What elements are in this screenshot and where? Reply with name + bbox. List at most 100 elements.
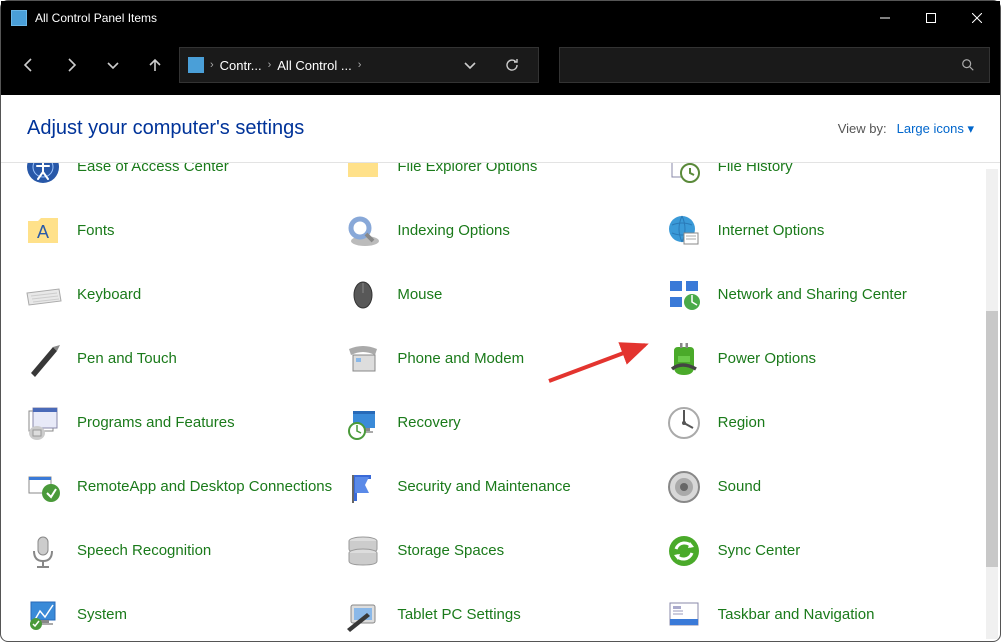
item-phone[interactable]: Phone and Modem [343,339,655,379]
svg-text:A: A [37,222,49,242]
item-taskbar[interactable]: Taskbar and Navigation [664,595,976,635]
item-indexing[interactable]: Indexing Options [343,211,655,251]
folder-icon [343,163,383,187]
control-panel-icon [11,10,27,26]
view-by-dropdown[interactable]: Large icons ▾ [897,121,974,137]
search-icon [961,58,975,72]
address-dropdown[interactable] [452,47,488,83]
item-programs[interactable]: Programs and Features [23,403,335,443]
item-remote[interactable]: RemoteApp and Desktop Connections [23,467,335,507]
chevron-down-icon: ▾ [967,121,974,136]
item-internet[interactable]: Internet Options [664,211,976,251]
tablet-icon [343,595,383,635]
item-label: Power Options [718,350,816,369]
item-label: Keyboard [77,286,141,305]
address-bar[interactable]: › Contr... › All Control ... › [179,47,539,83]
item-label: Network and Sharing Center [718,286,907,305]
item-network[interactable]: Network and Sharing Center [664,275,976,315]
forward-button[interactable] [53,47,89,83]
item-pen[interactable]: Pen and Touch [23,339,335,379]
item-label: Sync Center [718,542,801,561]
security-icon [343,467,383,507]
storage-icon [343,531,383,571]
item-label: Speech Recognition [77,542,211,561]
header: Adjust your computer's settings View by:… [1,95,1000,163]
refresh-button[interactable] [494,47,530,83]
item-label: Ease of Access Center [77,163,229,176]
item-sound[interactable]: Sound [664,467,976,507]
filehist-icon [664,163,704,187]
scrollbar-thumb[interactable] [986,311,998,567]
ease-icon [23,163,63,187]
page-title: Adjust your computer's settings [27,117,304,140]
system-icon [23,595,63,635]
item-recovery[interactable]: Recovery [343,403,655,443]
titlebar: All Control Panel Items [1,1,1000,35]
item-system[interactable]: System [23,595,335,635]
internet-icon [664,211,704,251]
item-region[interactable]: Region [664,403,976,443]
item-label: Sound [718,478,761,497]
item-mouse[interactable]: Mouse [343,275,655,315]
remote-icon [23,467,63,507]
item-sync[interactable]: Sync Center [664,531,976,571]
item-security[interactable]: Security and Maintenance [343,467,655,507]
item-label: Pen and Touch [77,350,177,369]
speech-icon [23,531,63,571]
chevron-right-icon: › [210,59,214,71]
toolbar: › Contr... › All Control ... › [1,35,1000,95]
item-label: Indexing Options [397,222,510,241]
minimize-button[interactable] [862,1,908,35]
item-ease[interactable]: Ease of Access Center [23,163,335,187]
content-area: Ease of Access Center File Explorer Optio… [1,163,1000,641]
network-icon [664,275,704,315]
scrollbar[interactable] [986,169,998,639]
chevron-right-icon: › [268,59,272,71]
item-keyboard[interactable]: Keyboard [23,275,335,315]
item-label: File Explorer Options [397,163,537,176]
item-speech[interactable]: Speech Recognition [23,531,335,571]
back-button[interactable] [11,47,47,83]
maximize-button[interactable] [908,1,954,35]
item-label: Security and Maintenance [397,478,570,497]
region-icon [664,403,704,443]
sync-icon [664,531,704,571]
item-power[interactable]: Power Options [664,339,976,379]
item-label: Programs and Features [77,414,235,433]
recent-dropdown[interactable] [95,47,131,83]
breadcrumb-seg2[interactable]: All Control ... [277,58,351,73]
item-storage[interactable]: Storage Spaces [343,531,655,571]
search-input[interactable] [559,47,990,83]
item-label: Internet Options [718,222,825,241]
item-fonts[interactable]: A Fonts [23,211,335,251]
item-tablet[interactable]: Tablet PC Settings [343,595,655,635]
item-label: Taskbar and Navigation [718,606,875,625]
items-grid: Ease of Access Center File Explorer Optio… [23,163,976,635]
power-icon [664,339,704,379]
item-label: Mouse [397,286,442,305]
chevron-right-icon: › [358,59,362,71]
item-label: Phone and Modem [397,350,524,369]
view-by: View by: Large icons ▾ [838,121,974,137]
fonts-icon: A [23,211,63,251]
keyboard-icon [23,275,63,315]
pen-icon [23,339,63,379]
indexing-icon [343,211,383,251]
mouse-icon [343,275,383,315]
up-button[interactable] [137,47,173,83]
programs-icon [23,403,63,443]
item-filehist[interactable]: File History [664,163,976,187]
close-button[interactable] [954,1,1000,35]
breadcrumb-seg1[interactable]: Contr... [220,58,262,73]
item-label: Fonts [77,222,115,241]
item-label: System [77,606,127,625]
item-label: Recovery [397,414,460,433]
item-label: File History [718,163,793,176]
item-folder[interactable]: File Explorer Options [343,163,655,187]
item-label: Storage Spaces [397,542,504,561]
sound-icon [664,467,704,507]
item-label: RemoteApp and Desktop Connections [77,478,332,497]
control-panel-icon [188,57,204,73]
window-title: All Control Panel Items [35,11,862,25]
taskbar-icon [664,595,704,635]
